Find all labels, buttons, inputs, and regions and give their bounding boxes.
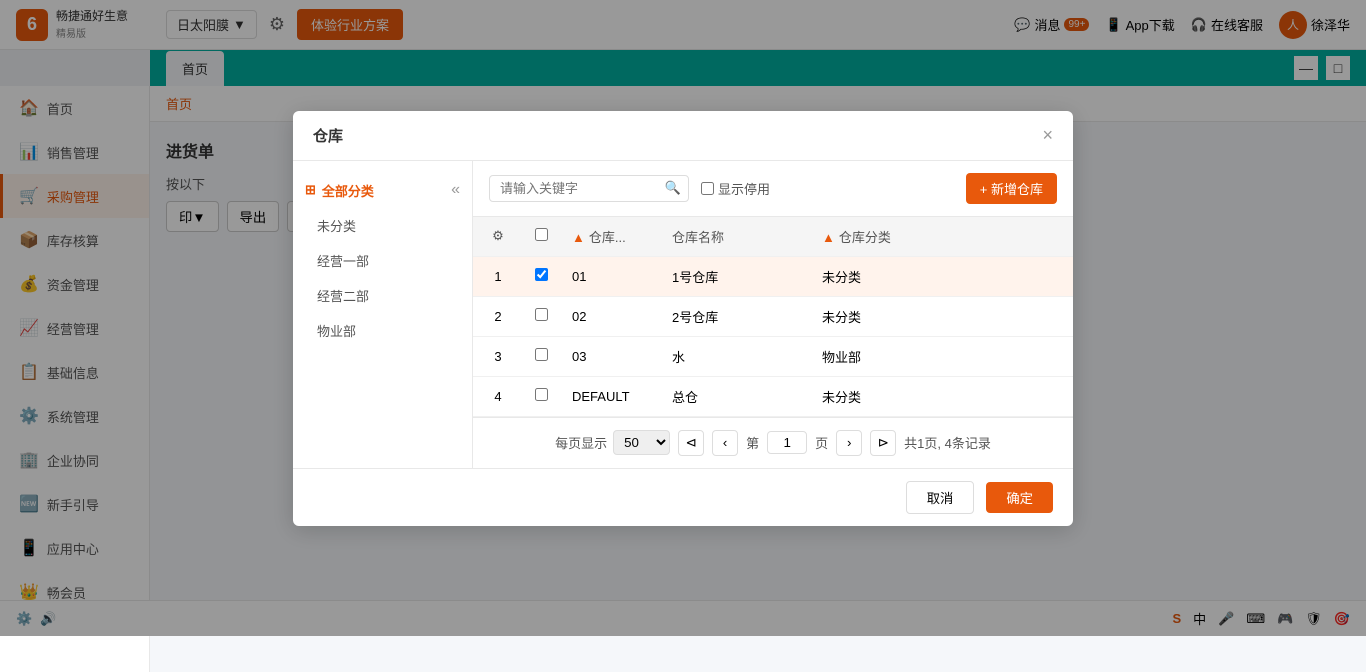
total-info: 共1页, 4条记录 [904, 433, 991, 452]
confirm-button[interactable]: 确定 [986, 482, 1053, 513]
row-index: 4 [473, 376, 523, 416]
modal-body: ⊞ 全部分类 « 未分类 经营一部 经营二部 物业部 🔍 [293, 161, 1073, 468]
warehouse-table: ⚙ ▲仓库... 仓库名称 ▲仓库分类 [473, 217, 1073, 417]
new-warehouse-btn[interactable]: + 新增仓库 [966, 173, 1057, 204]
category-ops1[interactable]: 经营一部 [293, 243, 472, 278]
all-categories: ⊞ 全部分类 [305, 181, 374, 200]
show-disabled-checkbox[interactable] [701, 182, 714, 195]
search-bar: 🔍 显示停用 + 新增仓库 [473, 161, 1073, 217]
collapse-icon[interactable]: « [451, 181, 460, 199]
col-cat-header[interactable]: ▲仓库分类 [810, 217, 1073, 257]
category-unclassified[interactable]: 未分类 [293, 208, 472, 243]
search-icon: 🔍 [665, 180, 681, 196]
table-row[interactable]: 3 03 水 物业部 [473, 336, 1073, 376]
table-row[interactable]: 1 01 1号仓库 未分类 [473, 256, 1073, 296]
row-checkbox[interactable] [523, 256, 560, 296]
warehouse-table-wrap: ⚙ ▲仓库... 仓库名称 ▲仓库分类 [473, 217, 1073, 417]
category-header[interactable]: ⊞ 全部分类 « [293, 173, 472, 208]
first-page-btn[interactable]: ⊲ [678, 430, 704, 456]
table-header-row: ⚙ ▲仓库... 仓库名称 ▲仓库分类 [473, 217, 1073, 257]
row-code: DEFAULT [560, 376, 660, 416]
col-name-header[interactable]: 仓库名称 [660, 217, 810, 257]
row-category: 未分类 [810, 256, 1073, 296]
row-code: 03 [560, 336, 660, 376]
prev-page-btn[interactable]: ‹ [712, 430, 738, 456]
warehouse-modal: 仓库 × ⊞ 全部分类 « 未分类 经营一部 经营二部 物业部 [293, 111, 1073, 526]
row-name: 总仓 [660, 376, 810, 416]
select-all-checkbox[interactable] [535, 228, 548, 241]
col-checkbox-header [523, 217, 560, 257]
page-number-input[interactable] [767, 431, 807, 454]
per-page-select[interactable]: 50 100 200 [613, 430, 670, 455]
search-input[interactable] [489, 175, 689, 202]
row-category: 未分类 [810, 376, 1073, 416]
modal-header: 仓库 × [293, 111, 1073, 161]
row-checkbox[interactable] [523, 336, 560, 376]
row-category: 未分类 [810, 296, 1073, 336]
row-index: 3 [473, 336, 523, 376]
col-code-header[interactable]: ▲仓库... [560, 217, 660, 257]
next-page-btn[interactable]: › [836, 430, 862, 456]
modal-footer: 取消 确定 [293, 468, 1073, 526]
right-panel: 🔍 显示停用 + 新增仓库 ⚙ [473, 161, 1073, 468]
table-row[interactable]: 4 DEFAULT 总仓 未分类 [473, 376, 1073, 416]
category-property[interactable]: 物业部 [293, 313, 472, 348]
row-index: 1 [473, 256, 523, 296]
modal-overlay: 仓库 × ⊞ 全部分类 « 未分类 经营一部 经营二部 物业部 [0, 0, 1366, 636]
row-code: 01 [560, 256, 660, 296]
row-name: 1号仓库 [660, 256, 810, 296]
grid-icon: ⊞ [305, 182, 316, 198]
row-checkbox[interactable] [523, 376, 560, 416]
per-page: 每页显示 50 100 200 [555, 430, 670, 455]
cancel-button[interactable]: 取消 [906, 481, 975, 514]
last-page-btn[interactable]: ⊳ [870, 430, 896, 456]
row-code: 02 [560, 296, 660, 336]
row-category: 物业部 [810, 336, 1073, 376]
row-name: 水 [660, 336, 810, 376]
row-checkbox[interactable] [523, 296, 560, 336]
category-ops2[interactable]: 经营二部 [293, 278, 472, 313]
modal-title: 仓库 [313, 125, 343, 146]
pagination: 每页显示 50 100 200 ⊲ ‹ 第 页 › ⊳ 共1页, 4条记录 [473, 417, 1073, 468]
row-name: 2号仓库 [660, 296, 810, 336]
category-panel: ⊞ 全部分类 « 未分类 经营一部 经营二部 物业部 [293, 161, 473, 468]
search-input-wrap: 🔍 [489, 175, 689, 202]
table-row[interactable]: 2 02 2号仓库 未分类 [473, 296, 1073, 336]
show-disabled-label: 显示停用 [701, 179, 770, 198]
modal-close-btn[interactable]: × [1042, 125, 1053, 146]
row-index: 2 [473, 296, 523, 336]
col-gear: ⚙ [473, 217, 523, 257]
